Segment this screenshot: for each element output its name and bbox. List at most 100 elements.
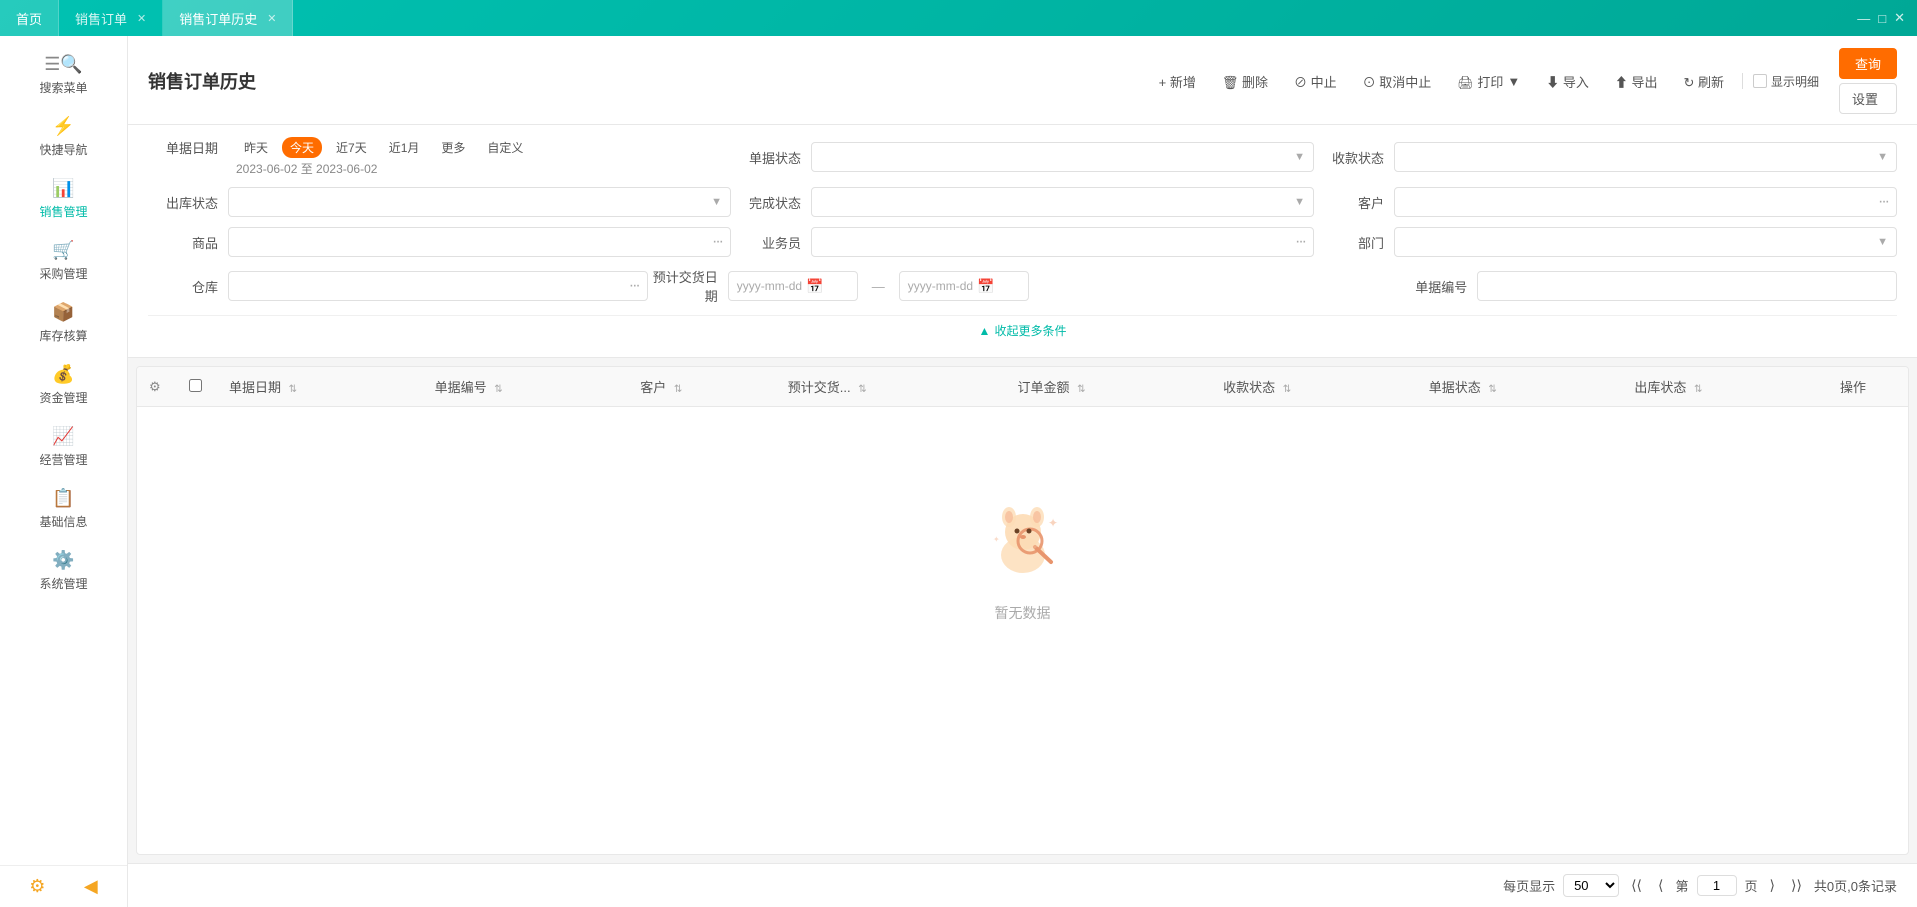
delete-button[interactable]: 🗑 删除 <box>1214 68 1276 95</box>
collapse-filter-btn[interactable]: ▲ 收起更多条件 <box>148 315 1897 345</box>
tab-home[interactable]: 首页 <box>0 0 59 36</box>
empty-state-illustration: ✦ ✦ <box>973 487 1073 587</box>
new-button-label: + 新增 <box>1159 72 1196 91</box>
close-btn[interactable]: ✕ <box>1894 10 1905 26</box>
maximize-btn[interactable]: □ <box>1878 11 1886 26</box>
date-1month-btn[interactable]: 近1月 <box>381 137 428 158</box>
complete-status-chevron: ▼ <box>1294 196 1305 208</box>
tab-sales-order-history-label: 销售订单历史 <box>179 9 257 28</box>
import-button[interactable]: ⬇ 导入 <box>1538 68 1597 95</box>
prev-page-btn[interactable]: ⟨ <box>1654 875 1667 896</box>
salesperson-ellipsis: ··· <box>1295 233 1305 251</box>
tab-sales-order-close[interactable]: ✕ <box>137 12 146 25</box>
warehouse-ellipsis: ··· <box>629 277 639 295</box>
display-cols-checkbox[interactable] <box>1753 74 1767 88</box>
department-select[interactable]: ▼ <box>1394 227 1897 257</box>
tab-sales-order[interactable]: 销售订单 ✕ <box>59 0 163 36</box>
th-number[interactable]: 单据编号 ⇅ <box>423 367 629 407</box>
sidebar-item-search-menu-label: 搜索菜单 <box>39 79 87 96</box>
date-more-btn[interactable]: 更多 <box>433 137 473 158</box>
sidebar-item-sales-mgmt-label: 销售管理 <box>39 203 87 220</box>
date-7days-btn[interactable]: 近7天 <box>328 137 375 158</box>
date-custom-btn[interactable]: 自定义 <box>479 137 531 158</box>
table-gear-icon[interactable]: ⚙ <box>149 379 161 394</box>
minimize-btn[interactable]: — <box>1857 11 1870 26</box>
salesperson-input[interactable]: ··· <box>811 227 1314 257</box>
product-input[interactable]: ··· <box>228 227 731 257</box>
bill-number-input[interactable] <box>1477 271 1897 301</box>
payment-status-chevron: ▼ <box>1877 151 1888 163</box>
sort-payment-status-icon: ⇅ <box>1283 384 1291 395</box>
page-number-input[interactable] <box>1697 875 1737 896</box>
stop-button[interactable]: ⊘ 中止 <box>1286 68 1345 95</box>
th-date[interactable]: 单据日期 ⇅ <box>217 367 423 407</box>
sidebar-item-system[interactable]: ⚙️ 系统管理 <box>0 540 127 602</box>
main-layout: ☰🔍 搜索菜单 ⚡ 快捷导航 📊 销售管理 🛒 采购管理 📦 库存核算 💰 资金… <box>0 36 1917 907</box>
empty-state-text: 暂无数据 <box>995 603 1051 623</box>
export-button-label: ⬆ 导出 <box>1615 72 1658 91</box>
sales-mgmt-icon: 📊 <box>52 178 74 199</box>
sidebar-collapse-icon[interactable]: ◀ <box>84 876 98 897</box>
date-quick-buttons: 昨天 今天 近7天 近1月 更多 自定义 <box>236 137 531 158</box>
sidebar-item-quick-nav[interactable]: ⚡ 快捷导航 <box>0 106 127 168</box>
customer-label: 客户 <box>1314 193 1394 212</box>
select-all-checkbox[interactable] <box>189 379 202 392</box>
warehouse-input[interactable]: ··· <box>228 271 648 301</box>
sidebar-bottom: ⚙ ◀ <box>0 865 127 907</box>
per-page-select[interactable]: 50 10 20 100 <box>1563 874 1619 897</box>
date-yesterday-btn[interactable]: 昨天 <box>236 137 276 158</box>
filter-row-4: 仓库 ··· 预计交货日期 yyyy-mm-dd 📅 — <box>148 267 1897 305</box>
query-button[interactable]: 查询 <box>1839 48 1897 79</box>
search-menu-icon: ☰🔍 <box>44 54 83 75</box>
customer-input[interactable]: ··· <box>1394 187 1897 217</box>
bill-status-select[interactable]: ▼ <box>811 142 1314 172</box>
sidebar-settings-icon[interactable]: ⚙ <box>29 876 45 897</box>
refresh-button[interactable]: ↻ 刷新 <box>1675 68 1732 95</box>
last-page-btn[interactable]: ⟩⟩ <box>1787 875 1806 896</box>
print-dropdown-icon[interactable]: ▼ <box>1507 74 1520 89</box>
expected-date-to-input[interactable]: yyyy-mm-dd 📅 <box>899 271 1029 301</box>
warehouse-status-label: 出库状态 <box>148 193 228 212</box>
expected-date-from-input[interactable]: yyyy-mm-dd 📅 <box>728 271 858 301</box>
cancel-stop-button[interactable]: ⊙ 取消中止 <box>1355 68 1440 95</box>
sidebar-item-search-menu[interactable]: ☰🔍 搜索菜单 <box>0 44 127 106</box>
sidebar: ☰🔍 搜索菜单 ⚡ 快捷导航 📊 销售管理 🛒 采购管理 📦 库存核算 💰 资金… <box>0 36 128 907</box>
sidebar-item-sales-mgmt[interactable]: 📊 销售管理 <box>0 168 127 230</box>
th-warehouse-status[interactable]: 出库状态 ⇅ <box>1622 367 1828 407</box>
next-page-btn[interactable]: ⟩ <box>1766 875 1779 896</box>
th-settings[interactable]: ⚙ <box>137 367 177 407</box>
th-customer[interactable]: 客户 ⇅ <box>628 367 776 407</box>
sort-customer-icon: ⇅ <box>674 384 682 395</box>
settings-button[interactable]: 设置 <box>1839 83 1897 114</box>
svg-text:✦: ✦ <box>1048 516 1058 530</box>
th-amount[interactable]: 订单金额 ⇅ <box>1006 367 1212 407</box>
collapse-icon: ▲ <box>979 324 991 338</box>
date-today-btn[interactable]: 今天 <box>282 137 322 158</box>
tab-sales-order-history-close[interactable]: ✕ <box>267 12 276 25</box>
export-button[interactable]: ⬆ 导出 <box>1607 68 1666 95</box>
per-page-label: 每页显示 <box>1503 876 1555 895</box>
complete-status-select[interactable]: ▼ <box>811 187 1314 217</box>
department-label: 部门 <box>1314 233 1394 252</box>
new-button[interactable]: + 新增 <box>1151 68 1204 95</box>
sort-amount-icon: ⇅ <box>1077 384 1085 395</box>
th-checkbox[interactable] <box>177 367 217 407</box>
th-expected-date[interactable]: 预计交货... ⇅ <box>776 367 1006 407</box>
sidebar-item-basic-info-label: 基础信息 <box>39 513 87 530</box>
print-button[interactable]: 🖨 打印 ▼ <box>1449 68 1528 95</box>
warehouse-status-select[interactable]: ▼ <box>228 187 731 217</box>
sidebar-item-inventory[interactable]: 📦 库存核算 <box>0 292 127 354</box>
sort-number-icon: ⇅ <box>494 384 502 395</box>
display-cols-toggle[interactable]: 显示明细 <box>1753 73 1819 90</box>
sidebar-item-purchase-mgmt-label: 采购管理 <box>39 265 87 282</box>
sidebar-item-basic-info[interactable]: 📋 基础信息 <box>0 478 127 540</box>
data-table: ⚙ 单据日期 ⇅ 单据编号 ⇅ <box>137 367 1908 407</box>
sidebar-item-purchase-mgmt[interactable]: 🛒 采购管理 <box>0 230 127 292</box>
sidebar-item-finance[interactable]: 💰 资金管理 <box>0 354 127 416</box>
first-page-btn[interactable]: ⟨⟨ <box>1627 875 1646 896</box>
sidebar-item-operations[interactable]: 📈 经营管理 <box>0 416 127 478</box>
payment-status-select[interactable]: ▼ <box>1394 142 1897 172</box>
th-bill-status[interactable]: 单据状态 ⇅ <box>1417 367 1623 407</box>
tab-sales-order-history[interactable]: 销售订单历史 ✕ <box>163 0 293 36</box>
th-payment-status[interactable]: 收款状态 ⇅ <box>1211 367 1417 407</box>
